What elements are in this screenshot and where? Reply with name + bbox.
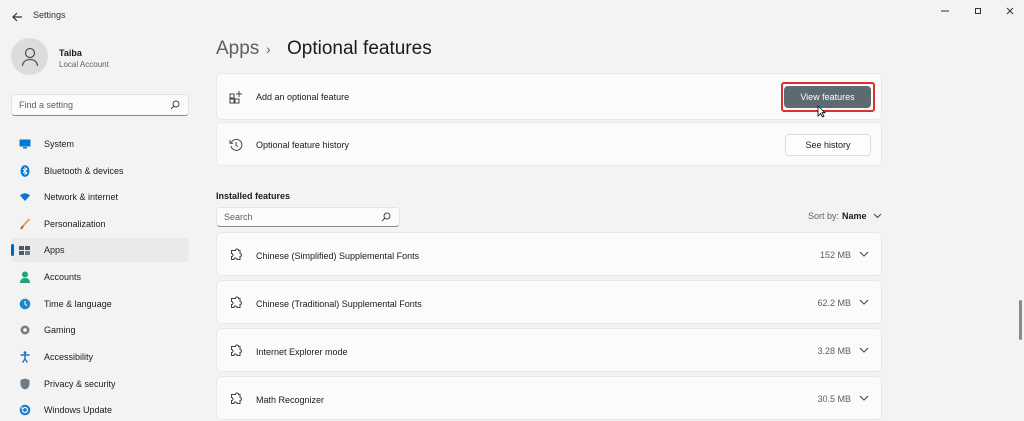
gamepad-icon <box>19 324 31 336</box>
search-icon <box>381 212 391 222</box>
history-icon <box>229 138 243 152</box>
app-title: Settings <box>33 10 66 20</box>
sidebar-item-windows-update[interactable]: Windows Update <box>11 398 189 421</box>
sidebar-item-apps[interactable]: Apps <box>11 238 189 262</box>
sidebar-item-privacy[interactable]: Privacy & security <box>11 372 189 396</box>
scrollbar[interactable] <box>1019 300 1022 340</box>
feature-name: Chinese (Simplified) Supplemental Fonts <box>256 251 420 261</box>
view-features-button[interactable]: View features <box>784 86 871 108</box>
chevron-down-icon[interactable] <box>859 297 869 307</box>
sort-by-value: Name <box>842 211 867 221</box>
user-name: Taiba <box>59 48 82 58</box>
sort-by-label: Sort by: <box>808 211 840 221</box>
sidebar-item-accessibility[interactable]: Accessibility <box>11 345 189 369</box>
feature-size: 152 MB <box>819 250 851 260</box>
feature-size: 62.2 MB <box>817 298 851 308</box>
breadcrumb-apps-link[interactable]: Apps <box>216 38 259 60</box>
sidebar-item-accounts[interactable]: Accounts <box>11 265 189 289</box>
brush-icon <box>19 218 31 230</box>
wifi-icon <box>19 191 31 203</box>
puzzle-icon <box>229 344 243 358</box>
mouse-cursor-icon <box>817 105 826 118</box>
puzzle-icon <box>229 392 243 406</box>
sidebar-item-gaming[interactable]: Gaming <box>11 318 189 342</box>
bluetooth-icon <box>19 165 31 177</box>
installed-features-heading: Installed features <box>216 191 291 201</box>
avatar[interactable] <box>11 38 48 75</box>
sidebar-item-label: Network & internet <box>44 192 119 202</box>
monitor-icon <box>19 138 31 150</box>
add-feature-label: Add an optional feature <box>256 92 350 102</box>
close-icon <box>1006 7 1014 15</box>
sidebar-item-label: Privacy & security <box>44 379 116 389</box>
history-label: Optional feature history <box>256 140 350 150</box>
minimize-icon <box>941 10 949 12</box>
find-setting-box[interactable] <box>11 94 189 116</box>
search-icon <box>170 100 180 110</box>
feature-name: Math Recognizer <box>256 395 325 405</box>
feature-name: Internet Explorer mode <box>256 347 348 357</box>
chevron-down-icon <box>873 213 881 219</box>
sidebar-item-label: Accounts <box>44 272 82 282</box>
find-setting-input[interactable] <box>19 100 159 110</box>
update-icon <box>19 404 31 416</box>
breadcrumb-separator: › <box>266 41 271 57</box>
sidebar-item-network[interactable]: Network & internet <box>11 185 189 209</box>
account-type: Local Account <box>59 60 109 69</box>
sidebar-item-time-language[interactable]: Time & language <box>11 292 189 316</box>
back-button[interactable] <box>8 8 26 26</box>
accessibility-icon <box>19 351 31 363</box>
shield-icon <box>19 378 31 390</box>
sidebar-item-label: Windows Update <box>44 405 113 415</box>
close-button[interactable] <box>998 4 1022 18</box>
globe-clock-icon <box>19 298 31 310</box>
feature-size: 3.28 MB <box>817 346 851 356</box>
feature-name: Chinese (Traditional) Supplemental Fonts <box>256 299 422 309</box>
sidebar-item-label: Accessibility <box>44 352 94 362</box>
restore-button[interactable] <box>966 4 990 18</box>
apps-icon <box>19 244 31 256</box>
page-title: Optional features <box>287 38 432 59</box>
sidebar-item-label: Apps <box>44 245 65 255</box>
restore-icon <box>975 8 981 14</box>
feature-row[interactable]: Chinese (Simplified) Supplemental Fonts … <box>216 232 882 276</box>
chevron-down-icon[interactable] <box>859 393 869 403</box>
sidebar-item-bluetooth[interactable]: Bluetooth & devices <box>11 159 189 183</box>
feature-row[interactable]: Internet Explorer mode 3.28 MB <box>216 328 882 372</box>
feature-row[interactable]: Math Recognizer 30.5 MB <box>216 376 882 420</box>
puzzle-icon <box>229 296 243 310</box>
sort-by-dropdown[interactable]: Sort by: Name <box>808 211 882 221</box>
sidebar-item-system[interactable]: System <box>11 132 189 156</box>
history-card: Optional feature history <box>216 122 882 166</box>
chevron-down-icon[interactable] <box>859 249 869 259</box>
features-search-input[interactable] <box>224 212 374 222</box>
sidebar-item-label: Bluetooth & devices <box>44 166 124 176</box>
chevron-down-icon[interactable] <box>859 345 869 355</box>
see-history-button[interactable]: See history <box>785 134 871 156</box>
sidebar-item-personalization[interactable]: Personalization <box>11 212 189 236</box>
puzzle-icon <box>229 248 243 262</box>
features-search-box[interactable] <box>216 207 400 227</box>
sidebar-item-label: Personalization <box>44 219 106 229</box>
arrow-left-icon <box>11 12 22 22</box>
feature-size: 30.5 MB <box>817 394 851 404</box>
sidebar-item-label: Time & language <box>44 299 112 309</box>
title-bar: Settings <box>0 0 1024 32</box>
person-icon <box>21 47 38 66</box>
minimize-button[interactable] <box>933 4 957 18</box>
feature-row[interactable]: Chinese (Traditional) Supplemental Fonts… <box>216 280 882 324</box>
sidebar-item-label: Gaming <box>44 325 76 335</box>
add-grid-icon <box>229 90 243 104</box>
sidebar-item-label: System <box>44 139 75 149</box>
active-indicator <box>11 244 14 256</box>
person-icon <box>19 271 31 283</box>
